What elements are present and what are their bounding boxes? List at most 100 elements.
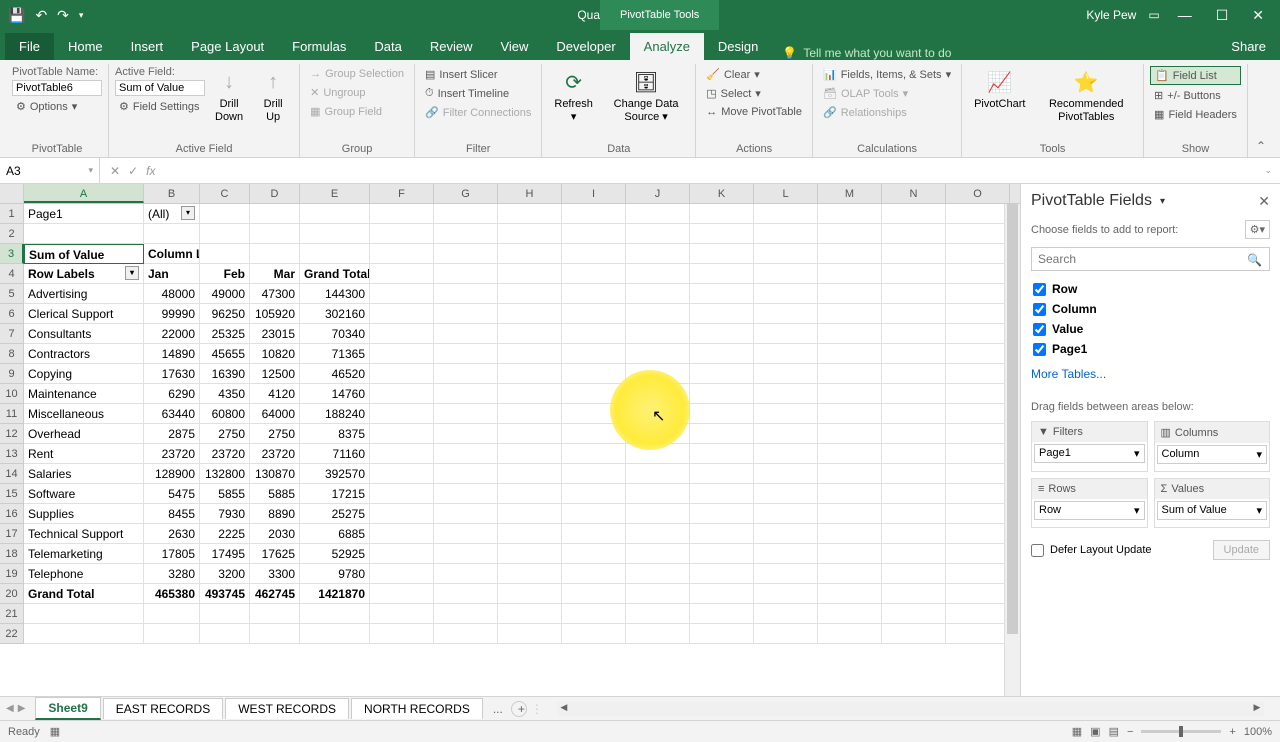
row-label-cell[interactable]: Miscellaneous bbox=[24, 404, 144, 424]
tab-developer[interactable]: Developer bbox=[542, 33, 629, 60]
cell[interactable]: 17630 bbox=[144, 364, 200, 384]
cell[interactable] bbox=[754, 544, 818, 564]
cell[interactable] bbox=[882, 404, 946, 424]
cell[interactable] bbox=[818, 544, 882, 564]
cell[interactable] bbox=[498, 204, 562, 224]
cell[interactable] bbox=[818, 284, 882, 304]
cell[interactable] bbox=[690, 504, 754, 524]
tell-me-box[interactable]: 💡Tell me what you want to do bbox=[782, 46, 951, 60]
cell[interactable] bbox=[498, 264, 562, 284]
cell[interactable]: 14760 bbox=[300, 384, 370, 404]
row-header[interactable]: 11 bbox=[0, 404, 24, 424]
sum-of-value-cell[interactable]: Sum of Value bbox=[24, 244, 144, 264]
collapse-ribbon-icon[interactable]: ⌃ bbox=[1248, 135, 1274, 157]
relationships-button[interactable]: 🔗 Relationships bbox=[819, 104, 955, 121]
column-pill[interactable]: Column▾ bbox=[1157, 445, 1268, 464]
cell[interactable] bbox=[882, 264, 946, 284]
cell[interactable] bbox=[818, 424, 882, 444]
sheet-nav-next-icon[interactable]: ▶ bbox=[18, 703, 26, 714]
cell[interactable] bbox=[818, 264, 882, 284]
cell[interactable]: 63440 bbox=[144, 404, 200, 424]
column-header[interactable]: K bbox=[690, 184, 754, 203]
cell[interactable] bbox=[562, 384, 626, 404]
cell[interactable] bbox=[300, 604, 370, 624]
cell[interactable] bbox=[626, 244, 690, 264]
cell[interactable] bbox=[818, 624, 882, 644]
cell[interactable]: 17495 bbox=[200, 544, 250, 564]
cell[interactable]: 302160 bbox=[300, 304, 370, 324]
cell[interactable] bbox=[754, 324, 818, 344]
row-header[interactable]: 10 bbox=[0, 384, 24, 404]
cell[interactable] bbox=[144, 624, 200, 644]
cell[interactable] bbox=[690, 384, 754, 404]
move-pivottable-button[interactable]: ↔ Move PivotTable bbox=[702, 104, 806, 120]
row-header[interactable]: 3 bbox=[0, 244, 24, 264]
column-header[interactable]: J bbox=[626, 184, 690, 203]
cell[interactable] bbox=[626, 204, 690, 224]
cell[interactable] bbox=[946, 424, 1010, 444]
cell[interactable] bbox=[144, 224, 200, 244]
cell[interactable] bbox=[882, 504, 946, 524]
cell[interactable]: 6290 bbox=[144, 384, 200, 404]
cell[interactable] bbox=[690, 284, 754, 304]
minimize-icon[interactable]: — bbox=[1172, 7, 1198, 23]
cell[interactable] bbox=[562, 344, 626, 364]
user-name[interactable]: Kyle Pew bbox=[1086, 8, 1136, 22]
column-header[interactable]: N bbox=[882, 184, 946, 203]
page-layout-view-icon[interactable]: ▣ bbox=[1090, 725, 1100, 738]
column-header[interactable]: L bbox=[754, 184, 818, 203]
cell[interactable]: 23720 bbox=[200, 444, 250, 464]
cell[interactable] bbox=[626, 424, 690, 444]
close-pane-icon[interactable]: ✕ bbox=[1258, 193, 1270, 210]
cell[interactable] bbox=[498, 284, 562, 304]
cell[interactable] bbox=[370, 444, 434, 464]
cell[interactable] bbox=[690, 564, 754, 584]
cell[interactable] bbox=[754, 244, 818, 264]
page-field-cell[interactable]: Page1 bbox=[24, 204, 144, 224]
cell[interactable] bbox=[434, 544, 498, 564]
cell[interactable]: 392570 bbox=[300, 464, 370, 484]
more-tables-link[interactable]: More Tables... bbox=[1031, 367, 1270, 381]
cell[interactable] bbox=[300, 624, 370, 644]
cell[interactable] bbox=[626, 364, 690, 384]
cell[interactable]: 3300 bbox=[250, 564, 300, 584]
cell[interactable] bbox=[370, 344, 434, 364]
row-header[interactable]: 2 bbox=[0, 224, 24, 244]
cell[interactable] bbox=[498, 404, 562, 424]
cell[interactable] bbox=[498, 344, 562, 364]
column-header[interactable]: I bbox=[562, 184, 626, 203]
cell[interactable] bbox=[882, 244, 946, 264]
cell[interactable] bbox=[754, 424, 818, 444]
cell[interactable] bbox=[434, 564, 498, 584]
cell[interactable]: 70340 bbox=[300, 324, 370, 344]
cell[interactable] bbox=[626, 524, 690, 544]
cell[interactable]: 5475 bbox=[144, 484, 200, 504]
column-labels-cell[interactable]: Column Labels▾ bbox=[144, 244, 200, 264]
field-checkbox[interactable] bbox=[1033, 303, 1046, 316]
cell[interactable] bbox=[562, 264, 626, 284]
cell[interactable] bbox=[562, 444, 626, 464]
macro-icon[interactable]: ▦ bbox=[50, 725, 60, 738]
fields-gear-icon[interactable]: ⚙▾ bbox=[1245, 220, 1270, 239]
cell[interactable] bbox=[882, 564, 946, 584]
cell[interactable]: 71160 bbox=[300, 444, 370, 464]
cell[interactable] bbox=[370, 524, 434, 544]
cell[interactable] bbox=[690, 324, 754, 344]
row-header[interactable]: 20 bbox=[0, 584, 24, 604]
cell[interactable] bbox=[690, 424, 754, 444]
cell[interactable] bbox=[434, 584, 498, 604]
cell[interactable] bbox=[946, 244, 1010, 264]
insert-slicer-button[interactable]: ▤ Insert Slicer bbox=[421, 66, 535, 83]
cell[interactable] bbox=[562, 204, 626, 224]
cell[interactable] bbox=[818, 224, 882, 244]
change-data-source-button[interactable]: 🗄Change Data Source ▾ bbox=[603, 66, 689, 126]
cell[interactable] bbox=[690, 204, 754, 224]
cell[interactable] bbox=[690, 444, 754, 464]
cell[interactable] bbox=[818, 604, 882, 624]
row-label-cell[interactable]: Copying bbox=[24, 364, 144, 384]
cell[interactable] bbox=[498, 484, 562, 504]
cell[interactable] bbox=[626, 544, 690, 564]
cell[interactable] bbox=[300, 244, 370, 264]
cell[interactable] bbox=[818, 384, 882, 404]
cell[interactable]: 2225 bbox=[200, 524, 250, 544]
